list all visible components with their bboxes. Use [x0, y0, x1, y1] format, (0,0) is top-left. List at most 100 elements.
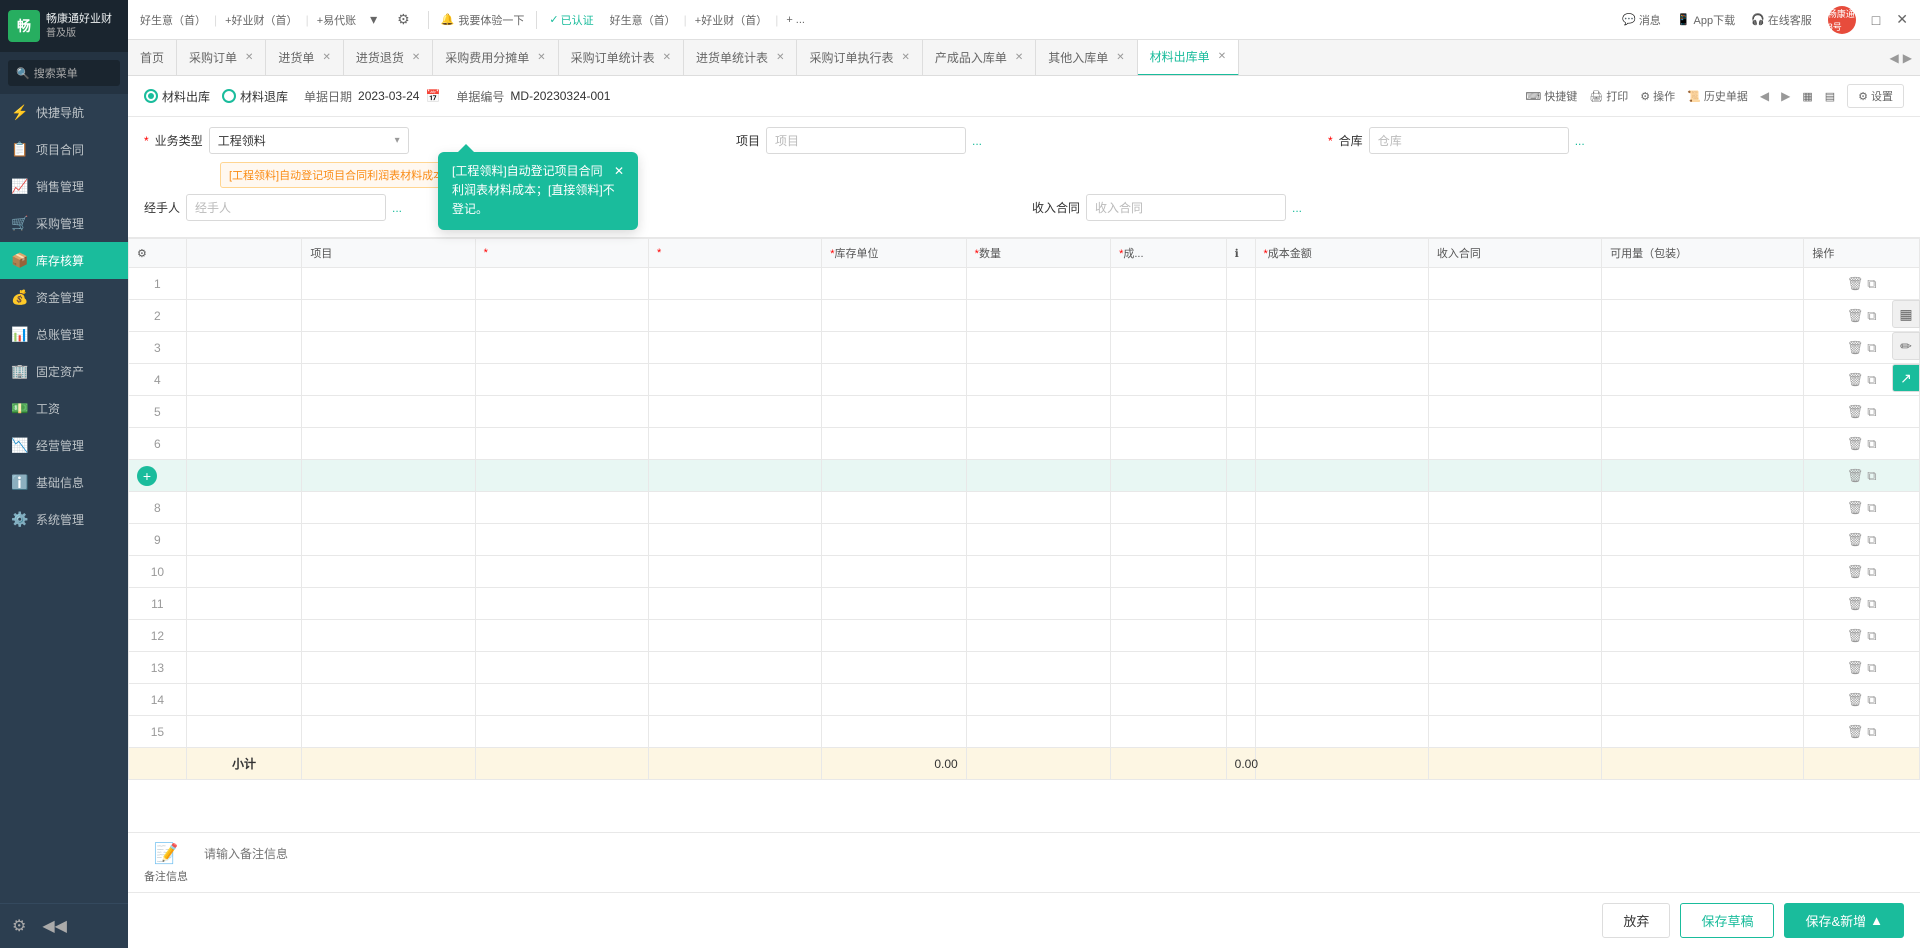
cell-9[interactable]: [1428, 524, 1601, 556]
cell-5[interactable]: [966, 524, 1110, 556]
cell-9[interactable]: [1428, 396, 1601, 428]
cell-3[interactable]: [648, 652, 821, 684]
cell-1[interactable]: [302, 684, 475, 716]
side-tool-pen[interactable]: ✏: [1892, 332, 1920, 360]
cell-8[interactable]: [1255, 460, 1428, 492]
cell-0[interactable]: [186, 652, 302, 684]
cell-10[interactable]: [1602, 428, 1804, 460]
tab-nav-next[interactable]: ▶: [1903, 51, 1912, 65]
sidebar-item-project-contract[interactable]: 📋 项目合同: [0, 131, 128, 168]
cell-6[interactable]: [1111, 492, 1227, 524]
copy-row-button[interactable]: ⧉: [1867, 468, 1876, 484]
cell-9[interactable]: [1428, 716, 1601, 748]
warehouse-input[interactable]: 仓库: [1369, 127, 1569, 154]
app-download-btn[interactable]: 📱 App下载: [1677, 12, 1735, 28]
cell-10[interactable]: [1602, 524, 1804, 556]
copy-row-button[interactable]: ⧉: [1867, 532, 1876, 548]
cell-10[interactable]: [1602, 492, 1804, 524]
cell-7[interactable]: [1226, 364, 1255, 396]
cell-8[interactable]: [1255, 268, 1428, 300]
tab-inbound-return[interactable]: 进货退货 ✕: [344, 40, 433, 76]
cell-4[interactable]: [822, 332, 966, 364]
cell-6[interactable]: [1111, 620, 1227, 652]
operation-button[interactable]: ⚙ 操作: [1640, 88, 1675, 104]
add-row-button[interactable]: +: [137, 466, 157, 486]
cell-3[interactable]: [648, 268, 821, 300]
sidebar-item-basic-info[interactable]: ℹ️ 基础信息: [0, 464, 128, 501]
cell-9[interactable]: [1428, 300, 1601, 332]
copy-row-button[interactable]: ⧉: [1867, 500, 1876, 516]
topbar-dropdown-button[interactable]: ▾: [364, 9, 383, 30]
handler-ellipsis[interactable]: ...: [392, 201, 402, 215]
cell-4[interactable]: [822, 652, 966, 684]
shortcut-key-button[interactable]: ⌨ 快捷键: [1525, 88, 1577, 104]
right-tag-0[interactable]: 好生意（首）: [610, 12, 676, 28]
delete-row-button[interactable]: 🗑: [1847, 596, 1864, 612]
cell-5[interactable]: [966, 492, 1110, 524]
cell-7[interactable]: [1226, 428, 1255, 460]
copy-row-button[interactable]: ⧉: [1867, 308, 1876, 324]
copy-row-button[interactable]: ⧉: [1867, 724, 1876, 740]
cell-8[interactable]: [1255, 652, 1428, 684]
delete-row-button[interactable]: 🗑: [1847, 660, 1864, 676]
cell-10[interactable]: [1602, 300, 1804, 332]
cell-10[interactable]: [1602, 396, 1804, 428]
cell-4[interactable]: [822, 300, 966, 332]
handler-input[interactable]: 经手人: [186, 194, 386, 221]
delete-row-button[interactable]: 🗑: [1847, 724, 1864, 740]
cell-0[interactable]: [186, 620, 302, 652]
layout-list-button[interactable]: ▤: [1825, 90, 1835, 103]
cell-3[interactable]: [648, 620, 821, 652]
right-tag-2[interactable]: + ...: [786, 14, 805, 26]
sidebar-item-fixed-assets[interactable]: 🏢 固定资产: [0, 353, 128, 390]
cell-1[interactable]: [302, 492, 475, 524]
form-settings-button[interactable]: ⚙ 设置: [1847, 84, 1904, 108]
cell-2[interactable]: [475, 300, 648, 332]
cell-9[interactable]: [1428, 620, 1601, 652]
cell-6[interactable]: [1111, 332, 1227, 364]
cell-0[interactable]: [186, 300, 302, 332]
copy-row-button[interactable]: ⧉: [1867, 436, 1876, 452]
sidebar-item-sales[interactable]: 📈 销售管理: [0, 168, 128, 205]
tab-inbound-stats[interactable]: 进货单统计表 ✕: [684, 40, 797, 76]
cell-7[interactable]: [1226, 652, 1255, 684]
cell-0[interactable]: [186, 716, 302, 748]
tab-purchase-stats[interactable]: 采购订单统计表 ✕: [559, 40, 684, 76]
notes-input[interactable]: [200, 841, 1904, 877]
cell-3[interactable]: [648, 588, 821, 620]
warehouse-ellipsis[interactable]: ...: [1575, 134, 1585, 148]
cell-2[interactable]: [475, 620, 648, 652]
cell-3[interactable]: [648, 396, 821, 428]
cell-5[interactable]: [966, 620, 1110, 652]
project-input[interactable]: 项目: [766, 127, 966, 154]
cell-5[interactable]: [966, 300, 1110, 332]
cell-0[interactable]: [186, 524, 302, 556]
cell-0[interactable]: [186, 364, 302, 396]
user-avatar[interactable]: 畅康通8号: [1828, 6, 1856, 34]
cell-4[interactable]: [822, 588, 966, 620]
sidebar-item-sys[interactable]: ⚙️ 系统管理: [0, 501, 128, 538]
cell-3[interactable]: [648, 492, 821, 524]
cell-10[interactable]: [1602, 716, 1804, 748]
cell-5[interactable]: [966, 716, 1110, 748]
tab-home[interactable]: 首页: [128, 40, 177, 76]
delete-row-button[interactable]: 🗑: [1847, 468, 1864, 484]
cell-1[interactable]: [302, 268, 475, 300]
cell-1[interactable]: [302, 396, 475, 428]
copy-row-button[interactable]: ⧉: [1867, 596, 1876, 612]
topbar-tag-2[interactable]: +易代账: [317, 12, 356, 28]
right-tag-1[interactable]: +好业财（首）: [695, 12, 767, 28]
save-draft-button[interactable]: 保存草稿: [1680, 903, 1774, 938]
tab-close-icon[interactable]: ✕: [322, 52, 330, 63]
cell-4[interactable]: [822, 620, 966, 652]
cell-8[interactable]: [1255, 332, 1428, 364]
cell-6[interactable]: [1111, 556, 1227, 588]
sidebar-item-payroll[interactable]: 💵 工资: [0, 390, 128, 427]
copy-row-button[interactable]: ⧉: [1867, 660, 1876, 676]
record-prev-button[interactable]: ◀: [1760, 89, 1769, 103]
cell-1[interactable]: [302, 588, 475, 620]
sidebar-collapse-button[interactable]: ◀◀: [38, 912, 71, 940]
cell-2[interactable]: [475, 684, 648, 716]
cell-4[interactable]: [822, 268, 966, 300]
cell-10[interactable]: [1602, 652, 1804, 684]
